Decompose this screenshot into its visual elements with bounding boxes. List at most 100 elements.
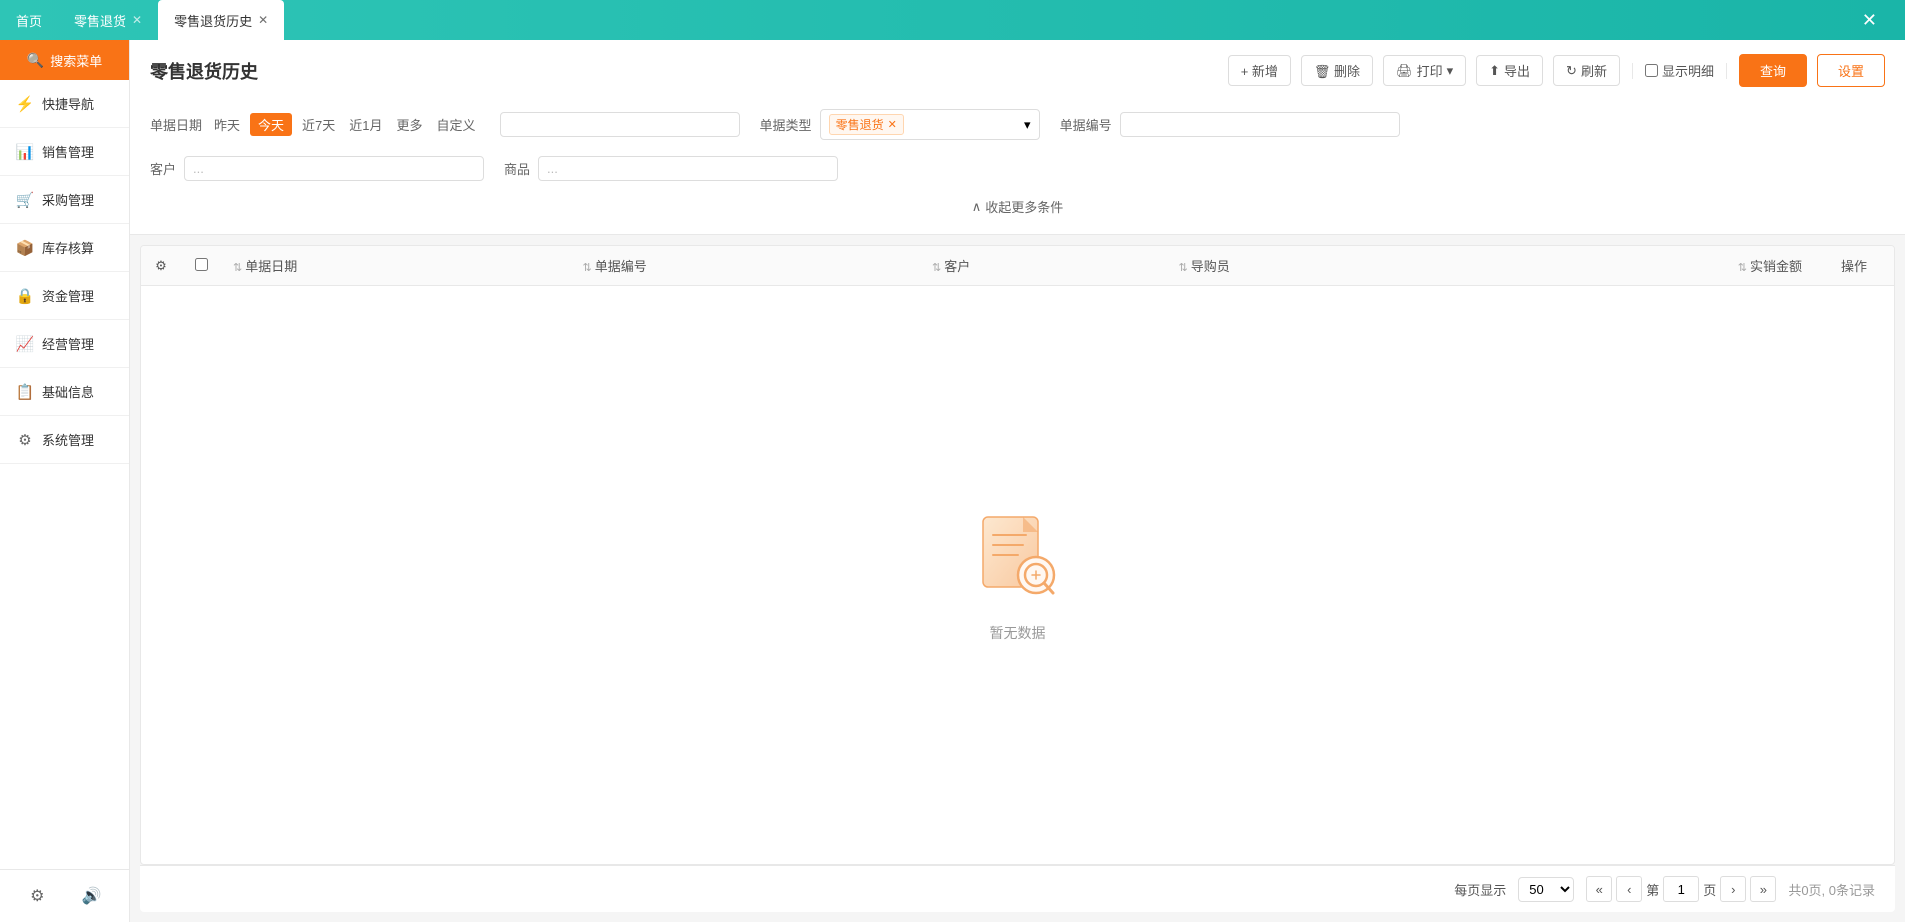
sidebar-item-basic-info[interactable]: 📋 基础信息	[0, 368, 129, 416]
page-label: 第	[1646, 880, 1659, 899]
filter-goods: 商品 ...	[504, 156, 838, 181]
per-page-select[interactable]: 50 10 20 100	[1518, 877, 1574, 902]
sidebar-item-operation-mgmt[interactable]: 📈 经营管理	[0, 320, 129, 368]
pagination-bar: 每页显示 50 10 20 100 « ‹ 第 页 › » 共0页, 0条记录	[140, 865, 1895, 912]
empty-text: 暂无数据	[990, 623, 1046, 643]
display-detail-checkbox-label[interactable]: 显示明细	[1645, 61, 1714, 80]
toolbar-divider	[1632, 63, 1633, 79]
tab-retail-return-close[interactable]: ✕	[132, 13, 142, 27]
th-settings[interactable]: ⚙	[141, 246, 181, 286]
sidebar-speaker-button[interactable]: 🔊	[76, 880, 108, 912]
th-customer[interactable]: 客户	[920, 246, 1167, 286]
sidebar-item-purchase-mgmt-label: 采购管理	[42, 190, 94, 209]
sidebar-settings-button[interactable]: ⚙	[21, 880, 53, 912]
doc-type-label: 单据类型	[760, 115, 812, 134]
filter-area: 单据日期 昨天 今天 近7天 近1月 更多 自定义 2023-06-02 至 2…	[150, 101, 1885, 234]
tab-retail-return[interactable]: 零售退货 ✕	[58, 0, 158, 40]
sidebar-item-sales-mgmt-label: 销售管理	[42, 142, 94, 161]
tab-retail-return-history[interactable]: 零售退货历史 ✕	[158, 0, 284, 40]
filter-doc-number: 单据编号	[1060, 112, 1400, 137]
toolbar: + 新增 🗑 删除 🖨 🖨 打印 打印 ▾ ⬆ 导出 ↻ 刷新	[1228, 54, 1885, 87]
date-option-yesterday[interactable]: 昨天	[210, 113, 244, 136]
filter-doc-type: 单据类型 零售退货 ✕ ▾	[760, 109, 1040, 140]
settings-button[interactable]: 设置	[1817, 54, 1885, 87]
sidebar-item-finance-mgmt[interactable]: 🔒 资金管理	[0, 272, 129, 320]
filter-date-range: 2023-06-02 至 2023-06-02	[500, 112, 740, 137]
sidebar-item-purchase-mgmt[interactable]: 🛒 采购管理	[0, 176, 129, 224]
sidebar-item-inventory[interactable]: 📦 库存核算	[0, 224, 129, 272]
collapse-label: 收起更多条件	[985, 197, 1063, 216]
query-button[interactable]: 查询	[1739, 54, 1807, 87]
th-number[interactable]: 单据编号	[570, 246, 919, 286]
tab-retail-return-history-label: 零售退货历史	[174, 11, 252, 30]
select-all-checkbox[interactable]	[195, 258, 208, 271]
sidebar-item-system-mgmt-label: 系统管理	[42, 430, 94, 449]
delete-button[interactable]: 🗑 删除	[1301, 55, 1373, 86]
doc-type-select[interactable]: 零售退货 ✕ ▾	[820, 109, 1040, 140]
last-page-button[interactable]: »	[1750, 876, 1776, 902]
print-button[interactable]: 🖨 🖨 打印 打印 ▾	[1383, 55, 1466, 86]
prev-page-button[interactable]: ‹	[1616, 876, 1642, 902]
page-title-row: 零售退货历史 + 新增 🗑 删除 🖨 🖨 打印 打印 ▾ ⬆ 导出	[150, 54, 1885, 87]
column-settings-icon[interactable]: ⚙	[155, 258, 167, 273]
th-guide[interactable]: 导购员	[1167, 246, 1465, 286]
new-button[interactable]: + 新增	[1228, 55, 1291, 86]
collapse-icon: ∧	[972, 199, 982, 215]
page-number-input[interactable]	[1663, 876, 1699, 902]
empty-illustration	[968, 507, 1068, 607]
empty-state: 暂无数据	[141, 286, 1894, 864]
first-page-button[interactable]: «	[1586, 876, 1612, 902]
date-range-input[interactable]: 2023-06-02 至 2023-06-02	[500, 112, 740, 137]
sidebar-item-inventory-label: 库存核算	[42, 238, 94, 257]
toolbar-divider2	[1726, 63, 1727, 79]
quick-nav-icon: ⚡	[16, 95, 34, 113]
filter-date: 单据日期 昨天 今天 近7天 近1月 更多 自定义	[150, 113, 480, 136]
date-option-custom[interactable]: 自定义	[433, 113, 480, 136]
th-checkbox[interactable]	[181, 246, 221, 286]
date-option-1month[interactable]: 近1月	[345, 113, 386, 136]
doc-type-tag-remove[interactable]: ✕	[888, 118, 897, 131]
customer-select[interactable]: ...	[184, 156, 484, 181]
display-detail-label: 显示明细	[1662, 61, 1714, 80]
sidebar-item-quick-nav[interactable]: ⚡ 快捷导航	[0, 80, 129, 128]
data-table: ⚙ 单据日期 单据编号 客户	[141, 246, 1894, 286]
tab-bar: 首页 零售退货 ✕ 零售退货历史 ✕	[0, 0, 284, 40]
th-date[interactable]: 单据日期	[221, 246, 570, 286]
refresh-button[interactable]: ↻ 刷新	[1553, 55, 1620, 86]
collapse-row: ∧ 收起更多条件	[150, 189, 1885, 224]
sidebar-item-sales-mgmt[interactable]: 📊 销售管理	[0, 128, 129, 176]
empty-icon	[968, 507, 1068, 607]
customer-label: 客户	[150, 159, 176, 178]
per-page-label: 每页显示	[1454, 880, 1506, 899]
operation-icon: 📈	[16, 335, 34, 353]
doc-number-input[interactable]	[1120, 112, 1400, 137]
filter-row-2: 客户 ... 商品 ...	[150, 148, 1885, 189]
sidebar-search[interactable]: 🔍 搜索菜单	[0, 40, 129, 80]
tab-retail-return-label: 零售退货	[74, 11, 126, 30]
sidebar-item-system-mgmt[interactable]: ⚙ 系统管理	[0, 416, 129, 464]
th-amount[interactable]: 实销金额	[1465, 246, 1814, 286]
goods-select[interactable]: ...	[538, 156, 838, 181]
display-detail-checkbox[interactable]	[1645, 64, 1658, 77]
table-container: ⚙ 单据日期 单据编号 客户	[140, 245, 1895, 865]
total-info: 共0页, 0条记录	[1788, 880, 1875, 899]
purchase-icon: 🛒	[16, 191, 34, 209]
page-header: 零售退货历史 + 新增 🗑 删除 🖨 🖨 打印 打印 ▾ ⬆ 导出	[130, 40, 1905, 235]
export-button[interactable]: ⬆ 导出	[1476, 55, 1543, 86]
goods-value: ...	[547, 161, 829, 176]
search-icon: 🔍	[27, 52, 44, 69]
table-wrapper: ⚙ 单据日期 单据编号 客户	[141, 246, 1894, 864]
main-layout: 🔍 搜索菜单 ⚡ 快捷导航 📊 销售管理 🛒 采购管理 📦 库存核算 🔒	[0, 40, 1905, 922]
tab-home[interactable]: 首页	[0, 0, 58, 40]
doc-type-tag-text: 零售退货	[836, 116, 884, 133]
date-option-more[interactable]: 更多	[393, 113, 427, 136]
doc-type-tag: 零售退货 ✕	[829, 114, 904, 135]
basic-info-icon: 📋	[16, 383, 34, 401]
close-window-button[interactable]: ✕	[1854, 6, 1885, 35]
doc-type-value: 零售退货 ✕	[829, 114, 1018, 135]
next-page-button[interactable]: ›	[1720, 876, 1746, 902]
date-option-today[interactable]: 今天	[250, 113, 292, 136]
date-option-7days[interactable]: 近7天	[298, 113, 339, 136]
collapse-button[interactable]: ∧ 收起更多条件	[964, 193, 1072, 220]
tab-retail-return-history-close[interactable]: ✕	[258, 13, 268, 27]
